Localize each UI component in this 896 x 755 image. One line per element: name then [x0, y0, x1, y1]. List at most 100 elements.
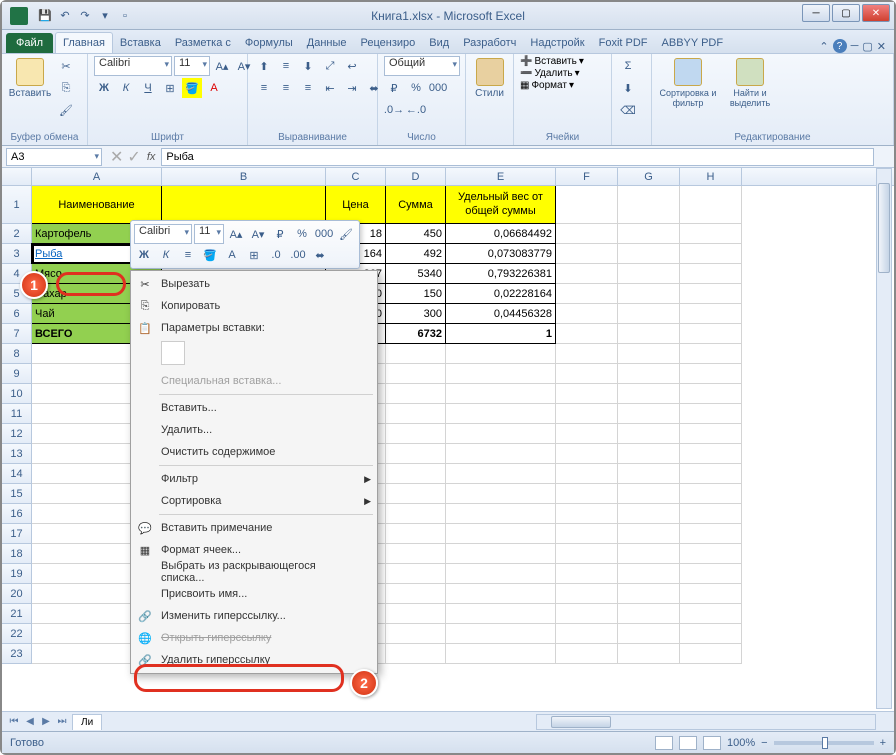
mini-dec-inc-icon[interactable]: .0	[266, 245, 286, 265]
cell[interactable]	[446, 344, 556, 364]
ctx-sort[interactable]: Сортировка▶	[131, 490, 377, 512]
indent-inc-icon[interactable]: ⇥	[342, 78, 362, 98]
italic-button[interactable]: К	[116, 78, 136, 98]
cell[interactable]	[680, 644, 742, 664]
cell[interactable]	[446, 444, 556, 464]
cell[interactable]	[680, 564, 742, 584]
currency-icon[interactable]: ₽	[384, 78, 404, 98]
cell[interactable]	[618, 484, 680, 504]
align-bottom-icon[interactable]: ⬇	[298, 56, 318, 76]
cell[interactable]	[556, 564, 618, 584]
cell[interactable]: 1	[446, 324, 556, 344]
cell[interactable]	[446, 524, 556, 544]
row-header[interactable]: 19	[2, 564, 32, 584]
ctx-copy[interactable]: ⎘Копировать	[131, 295, 377, 317]
cell[interactable]	[618, 384, 680, 404]
fill-color-icon[interactable]: 🪣	[182, 78, 202, 98]
cell[interactable]	[680, 186, 742, 224]
mini-size-combo[interactable]: 11	[194, 224, 224, 244]
font-size-combo[interactable]: 11	[174, 56, 210, 76]
cell[interactable]	[556, 604, 618, 624]
formula-input[interactable]: Рыба	[161, 148, 874, 166]
cell[interactable]: 492	[386, 244, 446, 264]
row-header[interactable]: 18	[2, 544, 32, 564]
cell[interactable]	[386, 644, 446, 664]
accept-formula-icon[interactable]: ✓	[127, 147, 140, 167]
cell[interactable]	[556, 344, 618, 364]
cell[interactable]	[618, 644, 680, 664]
row-header[interactable]: 12	[2, 424, 32, 444]
ctx-edit-hyperlink[interactable]: 🔗Изменить гиперссылку...	[131, 605, 377, 627]
mini-currency-icon[interactable]: ₽	[270, 224, 290, 244]
row-header[interactable]: 8	[2, 344, 32, 364]
cell[interactable]	[446, 584, 556, 604]
cell[interactable]: Сумма	[386, 186, 446, 224]
cell[interactable]	[618, 186, 680, 224]
cell[interactable]	[618, 544, 680, 564]
cell[interactable]	[618, 584, 680, 604]
close-button[interactable]: ✕	[862, 4, 890, 22]
cell[interactable]	[556, 284, 618, 304]
ctx-remove-hyperlink[interactable]: 🔗Удалить гиперссылку	[131, 649, 377, 671]
row-header[interactable]: 22	[2, 624, 32, 644]
insert-cells-button[interactable]: ➕Вставить ▾	[520, 56, 584, 67]
cell[interactable]	[556, 244, 618, 264]
col-header-E[interactable]: E	[446, 168, 556, 185]
row-header[interactable]: 23	[2, 644, 32, 664]
row-header[interactable]: 6	[2, 304, 32, 324]
orientation-icon[interactable]: ⤢	[320, 56, 340, 76]
cell[interactable]	[680, 604, 742, 624]
align-center-icon[interactable]: ≡	[276, 78, 296, 98]
cell[interactable]	[680, 504, 742, 524]
cell[interactable]	[446, 624, 556, 644]
cell[interactable]	[556, 544, 618, 564]
mini-grow-icon[interactable]: A▴	[226, 224, 246, 244]
cell[interactable]	[556, 444, 618, 464]
redo-icon[interactable]: ↷	[76, 7, 94, 25]
ctx-insert[interactable]: Вставить...	[131, 397, 377, 419]
row-header[interactable]: 1	[2, 186, 32, 224]
clear-icon[interactable]: ⌫	[618, 100, 638, 120]
cell[interactable]	[618, 424, 680, 444]
autosum-icon[interactable]: Σ	[618, 56, 638, 76]
cell[interactable]: 0,02228164	[446, 284, 556, 304]
cell[interactable]: 6732	[386, 324, 446, 344]
row-header[interactable]: 11	[2, 404, 32, 424]
col-header-A[interactable]: A	[32, 168, 162, 185]
cell[interactable]	[680, 244, 742, 264]
cell[interactable]	[386, 544, 446, 564]
cell[interactable]	[386, 504, 446, 524]
qat-extra-icon[interactable]: ▫	[116, 7, 134, 25]
indent-dec-icon[interactable]: ⇤	[320, 78, 340, 98]
cell[interactable]	[556, 264, 618, 284]
cell[interactable]	[618, 624, 680, 644]
cell[interactable]	[556, 504, 618, 524]
cancel-formula-icon[interactable]: ✕	[110, 147, 123, 167]
cell[interactable]	[618, 244, 680, 264]
view-layout-icon[interactable]	[679, 736, 697, 750]
cell[interactable]: 5340	[386, 264, 446, 284]
cell[interactable]	[556, 364, 618, 384]
sheet-nav-first-icon[interactable]: ⏮	[6, 716, 22, 727]
format-painter-icon[interactable]: 🖌	[56, 100, 76, 120]
percent-icon[interactable]: %	[406, 78, 426, 98]
cell[interactable]	[556, 224, 618, 244]
cell[interactable]	[386, 404, 446, 424]
cell[interactable]	[556, 404, 618, 424]
font-color-icon[interactable]: A	[204, 78, 224, 98]
cell[interactable]	[680, 324, 742, 344]
mini-shrink-icon[interactable]: A▾	[248, 224, 268, 244]
sheet-nav-prev-icon[interactable]: ◀	[22, 716, 38, 727]
wrap-text-icon[interactable]: ↩	[342, 56, 362, 76]
cell[interactable]: 0,06684492	[446, 224, 556, 244]
window-min-icon[interactable]: ─	[851, 40, 859, 52]
row-header[interactable]: 20	[2, 584, 32, 604]
ctx-cut[interactable]: ✂Вырезать	[131, 273, 377, 295]
cell[interactable]	[556, 644, 618, 664]
tab-foxit[interactable]: Foxit PDF	[592, 33, 655, 53]
row-header[interactable]: 3	[2, 244, 32, 264]
sheet-nav-last-icon[interactable]: ⏭	[54, 716, 70, 727]
tab-view[interactable]: Вид	[422, 33, 456, 53]
sheet-tab-1[interactable]: Ли	[72, 714, 102, 730]
view-pagebreak-icon[interactable]	[703, 736, 721, 750]
